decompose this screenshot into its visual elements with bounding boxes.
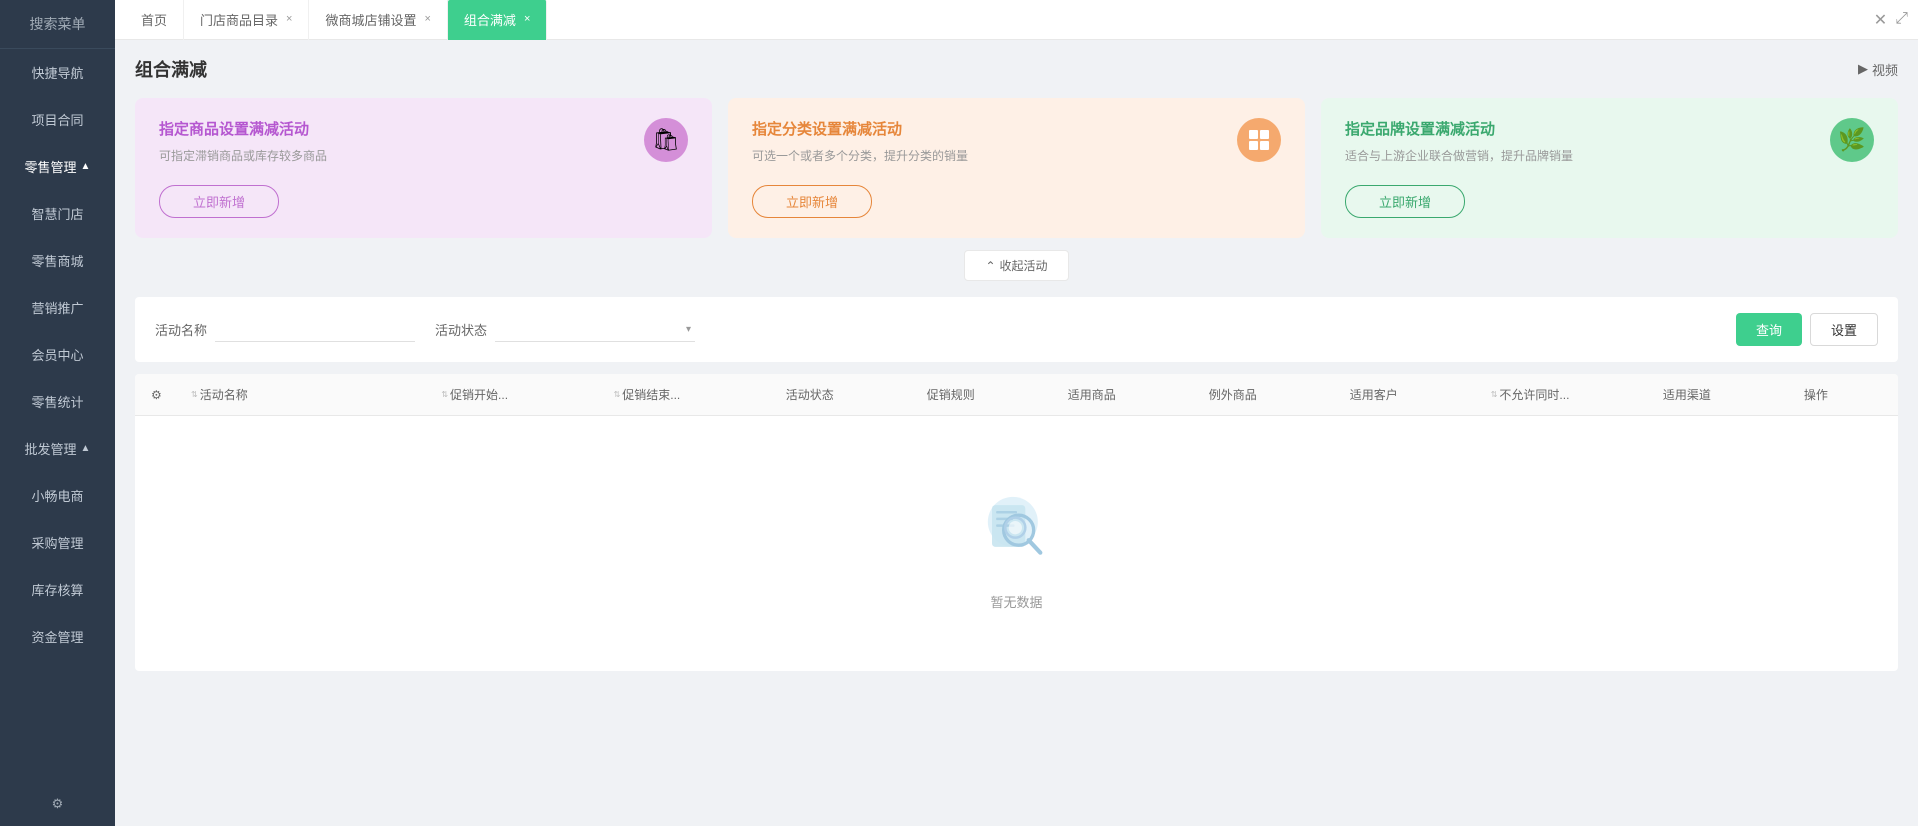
main-area: 首页 门店商品目录 × 微商城店铺设置 × 组合满减 × ✕ ⤢ 组合满减 ▶ … bbox=[115, 0, 1918, 826]
filter-area: 活动名称 活动状态 进行中 已结束 未开始 ▾ 查询 设置 bbox=[135, 297, 1898, 362]
product-card-desc: 可指定滞销商品或库存较多商品 bbox=[159, 147, 688, 169]
collapse-icon: ⌃ bbox=[985, 259, 995, 273]
filter-name-input[interactable] bbox=[215, 318, 415, 342]
product-card-icon: 🛍 bbox=[644, 118, 688, 162]
filter-status-select-wrapper: 进行中 已结束 未开始 ▾ bbox=[495, 318, 695, 342]
sidebar-item-retail-stats[interactable]: 零售统计 bbox=[0, 378, 115, 425]
video-btn[interactable]: ▶ 视频 bbox=[1858, 60, 1898, 79]
activity-cards: 指定商品设置满减活动 可指定滞销商品或库存较多商品 🛍 立即新增 指定分类设置满… bbox=[135, 98, 1898, 238]
sidebar-item-project-contract[interactable]: 项目合同 bbox=[0, 96, 115, 143]
empty-state-icon bbox=[967, 476, 1067, 576]
th-end[interactable]: ⇅ 促销结束... bbox=[606, 374, 778, 415]
tab-home[interactable]: 首页 bbox=[125, 0, 184, 40]
sidebar-item-inventory-calc[interactable]: 库存核算 bbox=[0, 566, 115, 613]
sidebar-item-member-center[interactable]: 会员中心 bbox=[0, 331, 115, 378]
sidebar-item-smart-store[interactable]: 智慧门店 bbox=[0, 190, 115, 237]
setting-btn[interactable]: 设置 bbox=[1810, 313, 1878, 346]
sidebar: 搜索菜单 快捷导航 项目合同 零售管理 ▲ 智慧门店 零售商城 营销推广 会员中… bbox=[0, 0, 115, 826]
table-header: ⚙ ⇅ 活动名称 ⇅ 促销开始... ⇅ 促销结束... 活动状态 bbox=[135, 374, 1898, 416]
close-icon[interactable]: × bbox=[286, 14, 292, 25]
page-title: 组合满减 bbox=[135, 56, 207, 82]
collapse-activities-btn[interactable]: ⌃ 收起活动 bbox=[964, 250, 1068, 281]
filter-name-label: 活动名称 bbox=[155, 320, 207, 339]
product-card-btn[interactable]: 立即新增 bbox=[159, 185, 279, 218]
sidebar-item-retail-mgmt[interactable]: 零售管理 ▲ bbox=[0, 143, 115, 190]
th-op: 操作 bbox=[1796, 374, 1890, 415]
collapse-bar: ⌃ 收起活动 bbox=[135, 250, 1898, 281]
category-card-btn[interactable]: 立即新增 bbox=[752, 185, 872, 218]
empty-state: 暂无数据 bbox=[135, 416, 1898, 671]
brand-card-desc: 适合与上游企业联合做营销，提升品牌销量 bbox=[1345, 147, 1874, 169]
settings-icon: ⚙ bbox=[151, 388, 162, 402]
sort-icon: ⇅ bbox=[441, 390, 448, 399]
tab-wechat-store-settings[interactable]: 微商城店铺设置 × bbox=[309, 0, 447, 40]
sidebar-item-retail-mall[interactable]: 零售商城 bbox=[0, 237, 115, 284]
brand-card-btn[interactable]: 立即新增 bbox=[1345, 185, 1465, 218]
page-content: 组合满减 ▶ 视频 指定商品设置满减活动 可指定滞销商品或库存较多商品 🛍 立即… bbox=[115, 40, 1918, 826]
th-customer: 适用客户 bbox=[1342, 374, 1483, 415]
th-status: 活动状态 bbox=[778, 374, 919, 415]
filter-status-label: 活动状态 bbox=[435, 320, 487, 339]
category-card-icon bbox=[1237, 118, 1281, 162]
th-not-same[interactable]: ⇅ 不允许同时... bbox=[1483, 374, 1655, 415]
sidebar-item-marketing[interactable]: 营销推广 bbox=[0, 284, 115, 331]
sidebar-settings-btn[interactable]: ⚙ bbox=[0, 782, 115, 826]
filter-actions: 查询 设置 bbox=[1736, 313, 1878, 346]
th-channel: 适用渠道 bbox=[1655, 374, 1796, 415]
th-name[interactable]: ⇅ 活动名称 bbox=[183, 374, 433, 415]
close-icon[interactable]: × bbox=[524, 14, 530, 25]
tab-store-catalog[interactable]: 门店商品目录 × bbox=[184, 0, 309, 40]
category-activity-card: 指定分类设置满减活动 可选一个或者多个分类，提升分类的销量 立即新增 bbox=[728, 98, 1305, 238]
sidebar-item-purchase-mgmt[interactable]: 采购管理 bbox=[0, 519, 115, 566]
brand-card-icon: 🌿 bbox=[1830, 118, 1874, 162]
empty-text: 暂无数据 bbox=[990, 592, 1042, 611]
th-start[interactable]: ⇅ 促销开始... bbox=[433, 374, 605, 415]
filter-status-group: 活动状态 进行中 已结束 未开始 ▾ bbox=[435, 318, 695, 342]
th-settings[interactable]: ⚙ bbox=[143, 376, 183, 414]
arrow-icon: ▲ bbox=[81, 443, 91, 454]
sort-icon: ⇅ bbox=[614, 390, 621, 399]
th-rule: 促销规则 bbox=[919, 374, 1060, 415]
th-except-goods: 例外商品 bbox=[1201, 374, 1342, 415]
table-container: ⚙ ⇅ 活动名称 ⇅ 促销开始... ⇅ 促销结束... 活动状态 bbox=[135, 374, 1898, 671]
sidebar-item-fund-mgmt[interactable]: 资金管理 bbox=[0, 613, 115, 660]
product-card-title: 指定商品设置满减活动 bbox=[159, 118, 688, 139]
sidebar-item-wholesale-mgmt[interactable]: 批发管理 ▲ bbox=[0, 425, 115, 472]
arrow-icon: ▲ bbox=[81, 161, 91, 172]
gear-icon: ⚙ bbox=[52, 796, 64, 811]
sidebar-search[interactable]: 搜索菜单 bbox=[0, 0, 115, 49]
category-card-desc: 可选一个或者多个分类，提升分类的销量 bbox=[752, 147, 1281, 169]
tab-bar: 首页 门店商品目录 × 微商城店铺设置 × 组合满减 × ✕ ⤢ bbox=[115, 0, 1918, 40]
sidebar-item-xiaochang-ec[interactable]: 小畅电商 bbox=[0, 472, 115, 519]
expand-icon[interactable]: ⤢ bbox=[1895, 10, 1908, 30]
close-icon[interactable]: × bbox=[424, 14, 430, 25]
filter-status-select[interactable]: 进行中 已结束 未开始 bbox=[495, 318, 695, 342]
close-window-icon[interactable]: ✕ bbox=[1874, 10, 1887, 30]
query-btn[interactable]: 查询 bbox=[1736, 313, 1802, 346]
play-icon: ▶ bbox=[1858, 61, 1868, 77]
category-card-title: 指定分类设置满减活动 bbox=[752, 118, 1281, 139]
brand-card-title: 指定品牌设置满减活动 bbox=[1345, 118, 1874, 139]
tab-bar-actions: ✕ ⤢ bbox=[1874, 10, 1908, 30]
tab-combo-discount[interactable]: 组合满减 × bbox=[448, 0, 547, 40]
filter-name-group: 活动名称 bbox=[155, 318, 415, 342]
th-goods: 适用商品 bbox=[1060, 374, 1201, 415]
page-header: 组合满减 ▶ 视频 bbox=[135, 56, 1898, 82]
brand-activity-card: 指定品牌设置满减活动 适合与上游企业联合做营销，提升品牌销量 🌿 立即新增 bbox=[1321, 98, 1898, 238]
sidebar-item-quick-nav[interactable]: 快捷导航 bbox=[0, 49, 115, 96]
sort-icon: ⇅ bbox=[1491, 390, 1498, 399]
product-activity-card: 指定商品设置满减活动 可指定滞销商品或库存较多商品 🛍 立即新增 bbox=[135, 98, 712, 238]
sort-icon: ⇅ bbox=[191, 390, 198, 399]
